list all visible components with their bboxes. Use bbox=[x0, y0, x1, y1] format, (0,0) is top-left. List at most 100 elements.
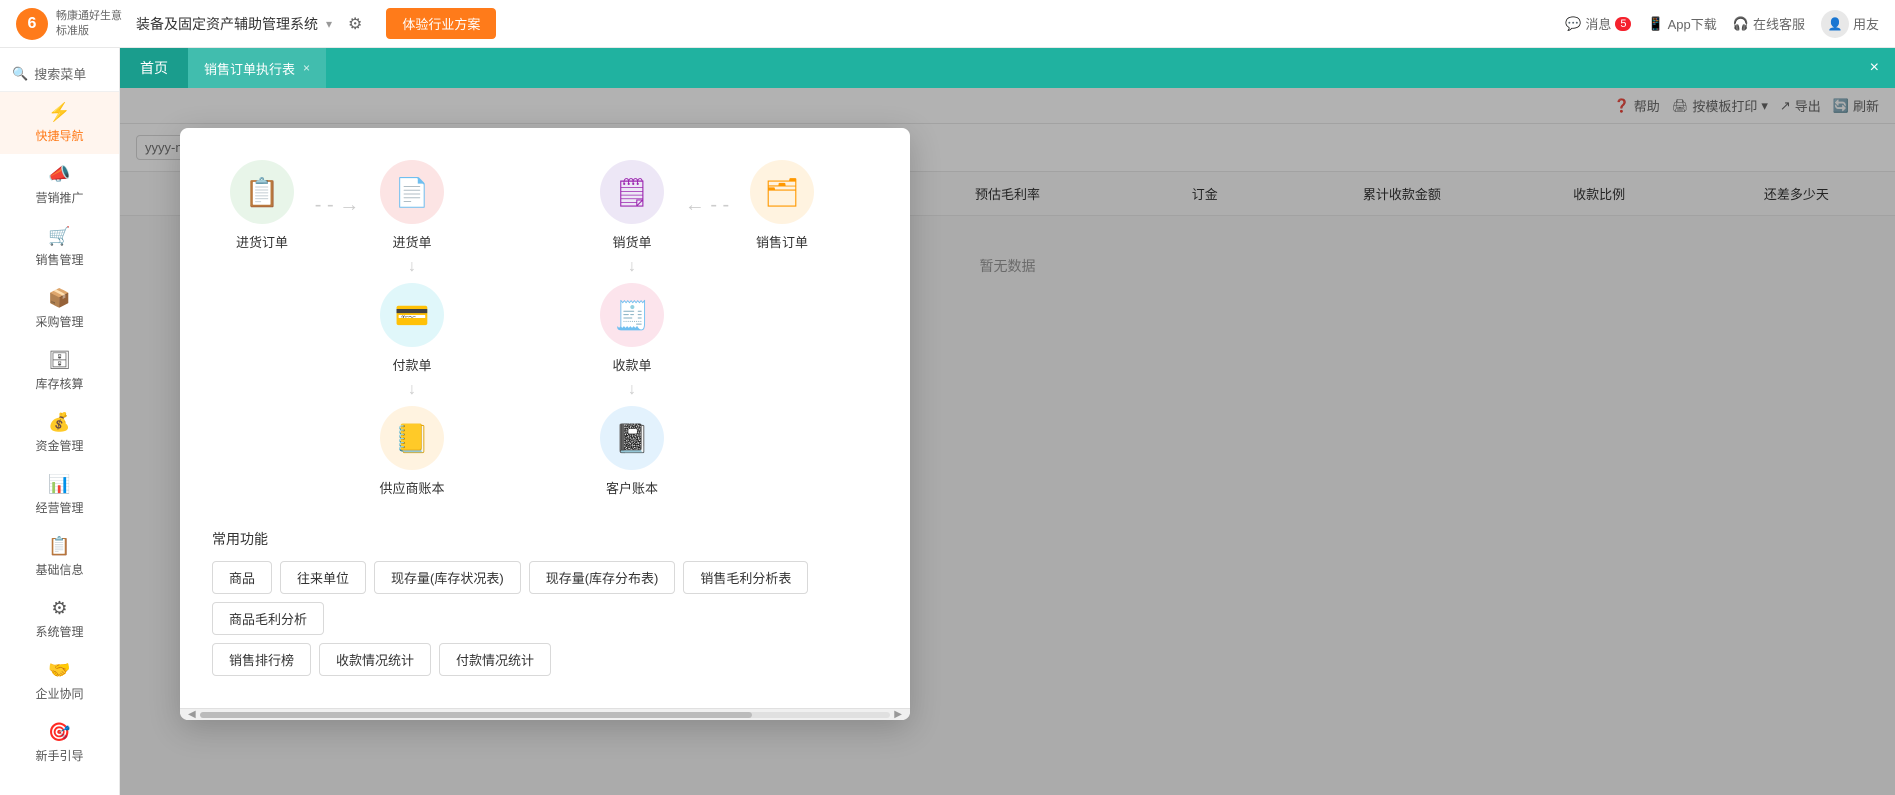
popup-scrollbar: ◀ ▶ bbox=[180, 708, 910, 720]
flow-item-sales-order[interactable]: 🗂 销售订单 bbox=[742, 152, 822, 259]
arrow-down-receipt: ↓ bbox=[628, 381, 636, 399]
logo-text: 畅康通好生意 标准版 bbox=[56, 9, 122, 38]
arrow-left-1: ← - - bbox=[685, 194, 729, 217]
user-avatar: 👤 bbox=[1821, 10, 1849, 38]
tab-home[interactable]: 首页 bbox=[120, 48, 188, 88]
customer-account-circle: 📓 bbox=[600, 406, 664, 470]
flow-item-receipt[interactable]: 🧾 收款单 bbox=[592, 275, 672, 382]
scroll-left-icon[interactable]: ◀ bbox=[184, 709, 200, 720]
function-buttons-row-2: 销售排行榜 收款情况统计 付款情况统计 bbox=[212, 643, 878, 676]
headset-icon: 🎧 bbox=[1733, 16, 1749, 32]
logo-area: 6 畅康通好生意 标准版 bbox=[16, 8, 136, 40]
scroll-right-icon[interactable]: ▶ bbox=[890, 709, 906, 720]
func-btn-stock-status[interactable]: 现存量(库存状况表) bbox=[374, 561, 521, 594]
finance-icon: 💰 bbox=[48, 412, 70, 433]
tab-bar: 首页 销售订单执行表 × × bbox=[120, 48, 1895, 88]
inventory-icon: 🗄 bbox=[48, 350, 71, 371]
sidebar-search[interactable]: 🔍 搜索菜单 bbox=[0, 56, 119, 92]
func-btn-sales-profit[interactable]: 销售毛利分析表 bbox=[683, 561, 808, 594]
purchase-order-label: 进货订单 bbox=[236, 232, 288, 251]
scrollbar-thumb bbox=[200, 712, 752, 718]
sales-bill-icon: 🗒 bbox=[614, 176, 650, 209]
app-download-button[interactable]: 📱 App下载 bbox=[1647, 14, 1716, 33]
func-btn-partners[interactable]: 往来单位 bbox=[280, 561, 366, 594]
sidebar-item-newbie[interactable]: 🎯 新手引导 bbox=[0, 712, 119, 774]
sidebar-item-quick-nav[interactable]: ⚡ 快捷导航 bbox=[0, 92, 119, 154]
user-area[interactable]: 👤 用友 bbox=[1821, 10, 1879, 38]
sidebar-item-operations[interactable]: 📊 经营管理 bbox=[0, 464, 119, 526]
payment-circle: 💳 bbox=[380, 283, 444, 347]
online-service-button[interactable]: 🎧 在线客服 bbox=[1733, 14, 1805, 33]
phone-icon: 📱 bbox=[1647, 16, 1663, 32]
scrollbar-track[interactable] bbox=[200, 712, 891, 718]
quick-nav-icon: ⚡ bbox=[48, 102, 70, 123]
system-icon: ⚙ bbox=[51, 598, 67, 619]
system-title: 装备及固定资产辅助管理系统 bbox=[136, 14, 318, 34]
receipt-circle: 🧾 bbox=[600, 283, 664, 347]
popup-content: 📋 进货订单 - - → 📄 进货单 bbox=[180, 128, 910, 708]
arrow-right-1: - - → bbox=[315, 194, 359, 217]
arrow-down-payment: ↓ bbox=[408, 381, 416, 399]
flow-item-purchase-order[interactable]: 📋 进货订单 bbox=[222, 152, 302, 259]
func-btn-payment-stats[interactable]: 付款情况统计 bbox=[439, 643, 551, 676]
payment-icon: 💳 bbox=[395, 299, 430, 332]
receipt-label: 收款单 bbox=[612, 355, 651, 374]
sidebar-item-basic[interactable]: 📋 基础信息 bbox=[0, 526, 119, 588]
sidebar: 🔍 搜索菜单 ⚡ 快捷导航 📣 营销推广 🛒 销售管理 📦 采购管理 🗄 库存核… bbox=[0, 48, 120, 795]
common-functions: 常用功能 商品 往来单位 现存量(库存状况表) 现存量(库存分布表) 销售毛利分… bbox=[212, 529, 878, 676]
sales-order-icon: 🗂 bbox=[764, 176, 800, 209]
common-functions-title: 常用功能 bbox=[212, 529, 878, 549]
purchase-bill-label: 进货单 bbox=[392, 232, 431, 251]
sidebar-item-finance[interactable]: 💰 资金管理 bbox=[0, 402, 119, 464]
settings-icon[interactable]: ⚙ bbox=[348, 14, 362, 34]
main-layout: 🔍 搜索菜单 ⚡ 快捷导航 📣 营销推广 🛒 销售管理 📦 采购管理 🗄 库存核… bbox=[0, 48, 1895, 795]
dropdown-arrow-icon[interactable]: ▾ bbox=[326, 17, 332, 31]
sidebar-item-inventory[interactable]: 🗄 库存核算 bbox=[0, 340, 119, 402]
sidebar-item-marketing[interactable]: 📣 营销推广 bbox=[0, 154, 119, 216]
top-header: 6 畅康通好生意 标准版 装备及固定资产辅助管理系统 ▾ ⚙ 体验行业方案 💬 … bbox=[0, 0, 1895, 48]
flow-item-customer-account[interactable]: 📓 客户账本 bbox=[592, 398, 672, 505]
sales-order-label: 销售订单 bbox=[756, 232, 808, 251]
sales-order-circle: 🗂 bbox=[750, 160, 814, 224]
content-area: 首页 销售订单执行表 × × ❓ 帮助 🖨 按模板打印 bbox=[120, 48, 1895, 795]
tab-close-icon[interactable]: × bbox=[303, 61, 310, 75]
purchase-icon: 📦 bbox=[48, 288, 70, 309]
func-btn-stock-distribution[interactable]: 现存量(库存分布表) bbox=[529, 561, 676, 594]
function-buttons-row-1: 商品 往来单位 现存量(库存状况表) 现存量(库存分布表) 销售毛利分析表 商品… bbox=[212, 561, 878, 635]
flow-item-sales-bill[interactable]: 🗒 销货单 bbox=[592, 152, 672, 259]
sidebar-item-purchase[interactable]: 📦 采购管理 bbox=[0, 278, 119, 340]
message-badge: 5 bbox=[1615, 17, 1631, 31]
newbie-icon: 🎯 bbox=[48, 722, 70, 743]
header-right: 💬 消息 5 📱 App下载 🎧 在线客服 👤 用友 bbox=[1565, 10, 1879, 38]
func-btn-receipt-stats[interactable]: 收款情况统计 bbox=[319, 643, 431, 676]
trial-button[interactable]: 体验行业方案 bbox=[386, 8, 496, 39]
purchase-order-icon: 📋 bbox=[245, 176, 280, 209]
tab-sales-order[interactable]: 销售订单执行表 × bbox=[188, 48, 326, 88]
purchase-bill-icon: 📄 bbox=[395, 176, 430, 209]
customer-account-label: 客户账本 bbox=[606, 478, 658, 497]
sidebar-item-sales[interactable]: 🛒 销售管理 bbox=[0, 216, 119, 278]
purchase-order-circle: 📋 bbox=[230, 160, 294, 224]
purchase-bill-circle: 📄 bbox=[380, 160, 444, 224]
arrow-down-sales: ↓ bbox=[628, 258, 636, 276]
enterprise-icon: 🤝 bbox=[48, 660, 70, 681]
popup-overlay: 📋 进货订单 - - → 📄 进货单 bbox=[120, 88, 1895, 795]
system-title-area: 装备及固定资产辅助管理系统 ▾ ⚙ 体验行业方案 bbox=[136, 8, 1565, 39]
message-button[interactable]: 💬 消息 5 bbox=[1565, 14, 1631, 33]
payment-label: 付款单 bbox=[392, 355, 431, 374]
receipt-icon: 🧾 bbox=[615, 299, 650, 332]
customer-account-icon: 📓 bbox=[615, 422, 650, 455]
func-btn-goods-profit[interactable]: 商品毛利分析 bbox=[212, 602, 324, 635]
tab-bar-end[interactable]: × bbox=[1870, 59, 1895, 77]
sidebar-item-label: 快捷导航 bbox=[35, 127, 83, 144]
basic-icon: 📋 bbox=[48, 536, 70, 557]
supplier-account-circle: 📒 bbox=[380, 406, 444, 470]
sidebar-item-enterprise[interactable]: 🤝 企业协同 bbox=[0, 650, 119, 712]
flow-item-supplier-account[interactable]: 📒 供应商账本 bbox=[371, 398, 452, 505]
func-btn-goods[interactable]: 商品 bbox=[212, 561, 272, 594]
flow-item-purchase-bill[interactable]: 📄 进货单 bbox=[372, 152, 452, 259]
arrow-down-purchase: ↓ bbox=[408, 258, 416, 276]
sidebar-item-system[interactable]: ⚙ 系统管理 bbox=[0, 588, 119, 650]
flow-item-payment[interactable]: 💳 付款单 bbox=[372, 275, 452, 382]
func-btn-sales-ranking[interactable]: 销售排行榜 bbox=[212, 643, 311, 676]
